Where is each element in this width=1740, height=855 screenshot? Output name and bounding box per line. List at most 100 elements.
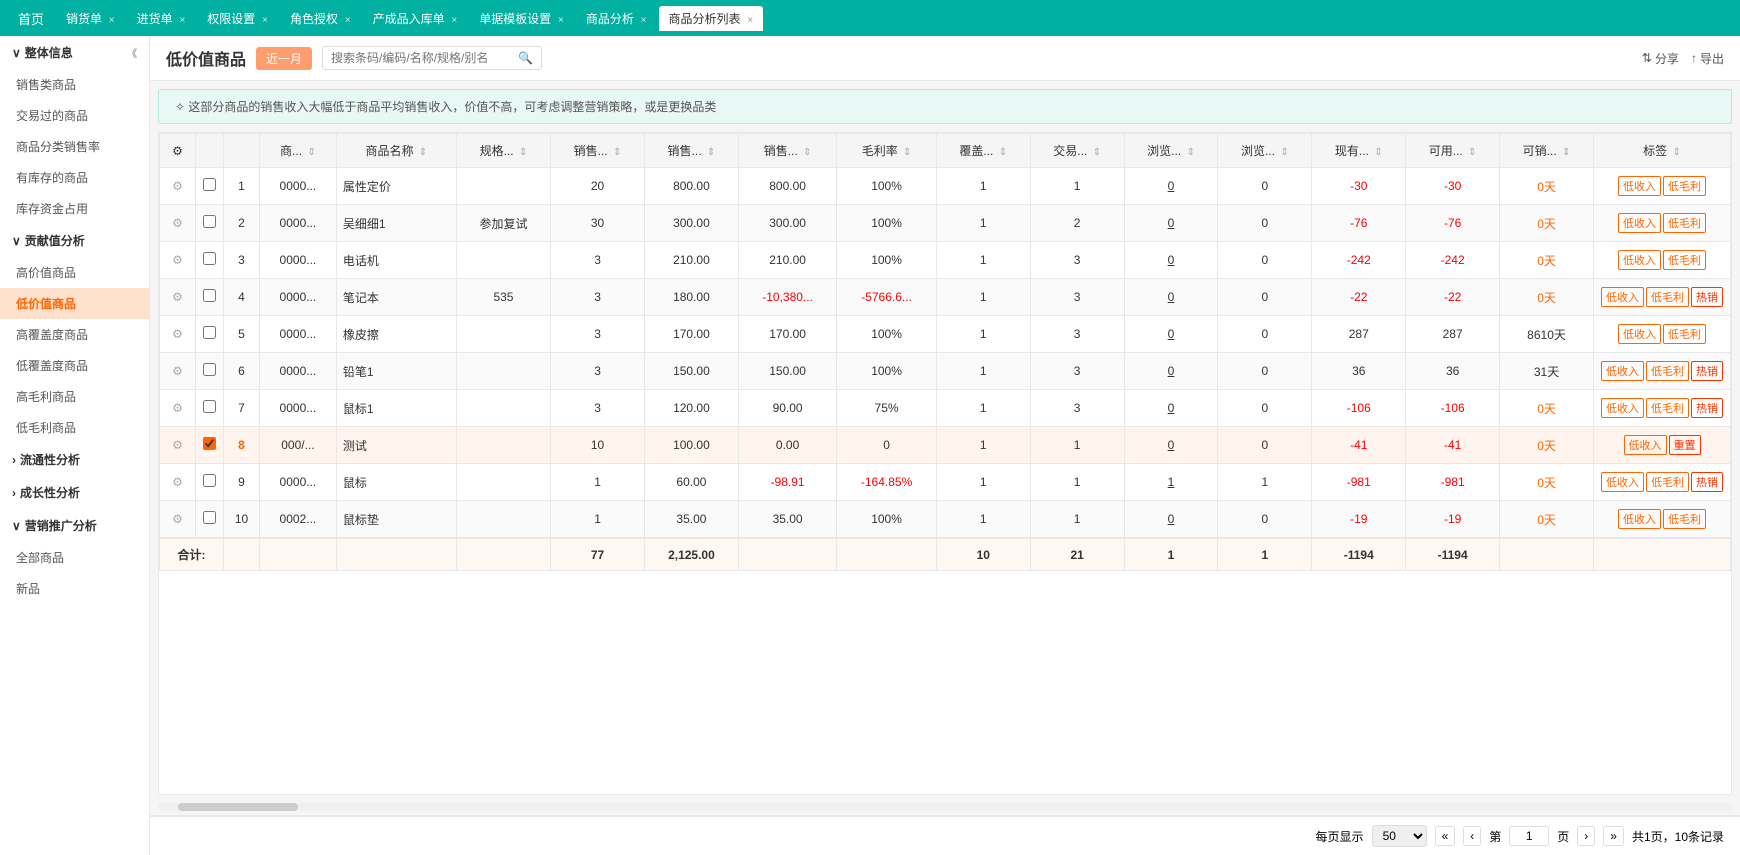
sidebar-group-overall[interactable]: ∨ 整体信息 《 [0, 36, 149, 69]
row-coverage: 1 [936, 168, 1030, 205]
row-tags: 低收入低毛利 [1594, 242, 1731, 279]
sidebar-collapse-btn-overall[interactable]: 《 [127, 45, 137, 60]
sidebar-item-high-coverage[interactable]: 高覆盖度商品 [0, 319, 149, 350]
nav-close-purchase[interactable]: × [177, 15, 186, 26]
sidebar-item-low-value[interactable]: 低价值商品 [0, 288, 149, 319]
row-browse1[interactable]: 0 [1124, 316, 1218, 353]
row-settings[interactable]: ⚙ [160, 464, 196, 501]
nav-close-template[interactable]: × [555, 15, 564, 26]
row-settings[interactable]: ⚙ [160, 242, 196, 279]
nav-role[interactable]: 角色授权 × [280, 6, 361, 31]
sidebar-group-marketing[interactable]: ∨ 营销推广分析 [0, 509, 149, 542]
row-checkbox[interactable] [196, 279, 224, 316]
col-sale-amount[interactable]: 销售... ⇕ [738, 134, 836, 168]
sidebar-item-stock-goods[interactable]: 有库存的商品 [0, 162, 149, 193]
row-browse1[interactable]: 0 [1124, 501, 1218, 539]
col-trade[interactable]: 交易... ⇕ [1030, 134, 1124, 168]
sidebar-item-category-sales[interactable]: 商品分类销售率 [0, 131, 149, 162]
row-settings[interactable]: ⚙ [160, 427, 196, 464]
col-spec[interactable]: 规格... ⇕ [456, 134, 550, 168]
nav-purchase[interactable]: 进货单 × [127, 6, 196, 31]
col-sale-qty[interactable]: 销售... ⇕ [551, 134, 645, 168]
row-checkbox[interactable] [196, 168, 224, 205]
share-button[interactable]: ⇅ 分享 [1642, 50, 1679, 67]
row-checkbox[interactable] [196, 390, 224, 427]
col-code[interactable]: 商... ⇕ [260, 134, 337, 168]
nav-close-sales[interactable]: × [106, 15, 115, 26]
row-settings[interactable]: ⚙ [160, 205, 196, 242]
nav-close-product-analysis[interactable]: × [638, 15, 647, 26]
col-settings[interactable]: ⚙ [160, 134, 196, 168]
horizontal-scrollbar[interactable] [158, 803, 1732, 811]
col-gross-rate[interactable]: 毛利率 ⇕ [837, 134, 937, 168]
row-settings[interactable]: ⚙ [160, 501, 196, 539]
row-browse1[interactable]: 0 [1124, 205, 1218, 242]
row-checkbox[interactable] [196, 427, 224, 464]
row-browse1[interactable]: 0 [1124, 427, 1218, 464]
sidebar-item-high-profit[interactable]: 高毛利商品 [0, 381, 149, 412]
row-checkbox[interactable] [196, 205, 224, 242]
nav-sales[interactable]: 销货单 × [56, 6, 125, 31]
nav-permission[interactable]: 权限设置 × [197, 6, 278, 31]
sidebar-group-contribution[interactable]: ∨ 贡献值分析 [0, 224, 149, 257]
first-page-btn[interactable]: « [1435, 826, 1456, 846]
search-icon[interactable]: 🔍 [518, 51, 533, 65]
row-gross-rate: -5766.6... [837, 279, 937, 316]
col-sellable[interactable]: 可销... ⇕ [1500, 134, 1594, 168]
nav-home[interactable]: 首页 [8, 5, 54, 32]
col-name[interactable]: 商品名称 ⇕ [336, 134, 456, 168]
row-browse1[interactable]: 0 [1124, 168, 1218, 205]
last-page-btn[interactable]: » [1603, 826, 1624, 846]
row-checkbox[interactable] [196, 353, 224, 390]
row-checkbox[interactable] [196, 464, 224, 501]
row-browse1[interactable]: 0 [1124, 279, 1218, 316]
row-settings[interactable]: ⚙ [160, 390, 196, 427]
nav-close-role[interactable]: × [342, 15, 351, 26]
row-checkbox[interactable] [196, 242, 224, 279]
row-checkbox[interactable] [196, 316, 224, 353]
export-button[interactable]: ↑ 导出 [1691, 50, 1724, 67]
sidebar-item-all-goods[interactable]: 全部商品 [0, 542, 149, 573]
page-size-select[interactable]: 50 100 200 [1372, 825, 1427, 847]
sidebar-item-high-value[interactable]: 高价值商品 [0, 257, 149, 288]
col-available[interactable]: 可用... ⇕ [1406, 134, 1500, 168]
sidebar-item-sales-goods[interactable]: 销售类商品 [0, 69, 149, 100]
col-coverage[interactable]: 覆盖... ⇕ [936, 134, 1030, 168]
row-checkbox[interactable] [196, 501, 224, 539]
col-browse2[interactable]: 浏览... ⇕ [1218, 134, 1312, 168]
col-current[interactable]: 现有... ⇕ [1312, 134, 1406, 168]
row-settings[interactable]: ⚙ [160, 353, 196, 390]
row-settings[interactable]: ⚙ [160, 316, 196, 353]
nav-template[interactable]: 单据模板设置 × [469, 6, 574, 31]
nav-product-analysis-list[interactable]: 商品分析列表 × [659, 6, 764, 31]
row-browse1[interactable]: 0 [1124, 353, 1218, 390]
search-input[interactable] [331, 51, 514, 65]
col-sale-price[interactable]: 销售... ⇕ [644, 134, 738, 168]
row-browse1[interactable]: 1 [1124, 464, 1218, 501]
nav-close-product-warehouse[interactable]: × [449, 15, 458, 26]
col-tags[interactable]: 标签 ⇕ [1594, 134, 1731, 168]
row-sale-qty: 30 [551, 205, 645, 242]
sidebar-item-low-profit[interactable]: 低毛利商品 [0, 412, 149, 443]
period-button[interactable]: 近一月 [256, 47, 312, 70]
col-browse1[interactable]: 浏览... ⇕ [1124, 134, 1218, 168]
row-settings[interactable]: ⚙ [160, 279, 196, 316]
sidebar-group-growth[interactable]: › 成长性分析 [0, 476, 149, 509]
row-browse1[interactable]: 0 [1124, 390, 1218, 427]
current-page-input[interactable] [1509, 826, 1549, 846]
nav-close-product-analysis-list[interactable]: × [745, 15, 754, 26]
prev-page-btn[interactable]: ‹ [1463, 826, 1481, 846]
sidebar-item-new-goods[interactable]: 新品 [0, 573, 149, 604]
row-browse1[interactable]: 0 [1124, 242, 1218, 279]
next-page-btn[interactable]: › [1577, 826, 1595, 846]
sidebar-item-stock-funds[interactable]: 库存资金占用 [0, 193, 149, 224]
nav-close-permission[interactable]: × [259, 15, 268, 26]
sidebar-item-low-coverage[interactable]: 低覆盖度商品 [0, 350, 149, 381]
row-settings[interactable]: ⚙ [160, 168, 196, 205]
nav-product-warehouse[interactable]: 产成品入库单 × [363, 6, 468, 31]
nav-product-analysis[interactable]: 商品分析 × [576, 6, 657, 31]
sidebar-group-circulation[interactable]: › 流通性分析 [0, 443, 149, 476]
scrollbar-thumb[interactable] [178, 803, 298, 811]
sidebar-item-traded-goods[interactable]: 交易过的商品 [0, 100, 149, 131]
row-current: 36 [1312, 353, 1406, 390]
